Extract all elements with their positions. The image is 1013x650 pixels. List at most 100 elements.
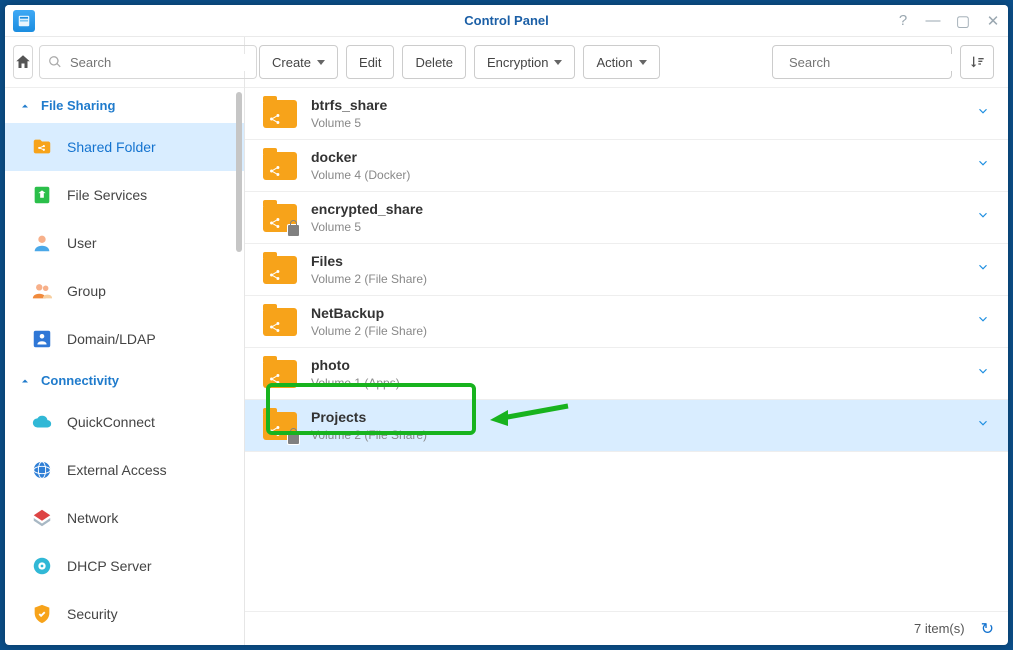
action-button[interactable]: Action xyxy=(583,45,659,79)
folder-subtitle: Volume 1 (Apps) xyxy=(311,376,976,390)
scrollbar-thumb[interactable] xyxy=(236,92,242,252)
shield-icon xyxy=(31,603,53,625)
folder-icon xyxy=(263,201,297,235)
section-header[interactable]: Connectivity xyxy=(5,363,244,398)
folder-list: btrfs_shareVolume 5 docker Volume 4 (Docke… xyxy=(245,88,1008,611)
chevron-down-icon[interactable] xyxy=(976,312,990,331)
encryption-button[interactable]: Encryption xyxy=(474,45,575,79)
row-text: ProjectsVolume 2 (File Share) xyxy=(311,409,976,442)
user-icon xyxy=(31,232,53,254)
folder-row[interactable]: photoVolume 1 (Apps) xyxy=(245,348,1008,400)
refresh-icon[interactable]: ↻ xyxy=(981,619,994,639)
caret-icon xyxy=(554,60,562,65)
sidebar-top xyxy=(5,37,244,88)
main-search[interactable] xyxy=(772,45,952,79)
sidebar-item-dhcp-server[interactable]: DHCP Server xyxy=(5,542,244,590)
chevron-down-icon[interactable] xyxy=(976,104,990,123)
file-arrow-icon xyxy=(31,184,53,206)
sidebar-item-group[interactable]: Group xyxy=(5,267,244,315)
create-button[interactable]: Create xyxy=(259,45,338,79)
folder-row[interactable]: encrypted_shareVolume 5 xyxy=(245,192,1008,244)
folder-icon xyxy=(263,149,297,183)
sort-button[interactable] xyxy=(960,45,994,79)
chevron-down-icon[interactable] xyxy=(976,364,990,383)
folder-subtitle: Volume 5 xyxy=(311,116,976,130)
sidebar-item-label: QuickConnect xyxy=(67,414,155,430)
sidebar-item-label: Network xyxy=(67,510,118,526)
caret-icon xyxy=(317,60,325,65)
app-icon xyxy=(13,10,35,32)
sidebar-search[interactable] xyxy=(39,45,257,79)
window-title: Control Panel xyxy=(5,13,1008,28)
search-icon xyxy=(48,55,62,69)
sidebar-item-shared-folder[interactable]: Shared Folder xyxy=(5,123,244,171)
close-icon[interactable]: ✕ xyxy=(978,5,1008,37)
ldap-icon xyxy=(31,328,53,350)
section-header[interactable]: File Sharing xyxy=(5,88,244,123)
sidebar-item-label: Shared Folder xyxy=(67,139,156,155)
folder-name: docker xyxy=(311,149,976,166)
folder-icon xyxy=(263,305,297,339)
edit-button[interactable]: Edit xyxy=(346,45,394,79)
titlebar: Control Panel ? — ▢ ✕ xyxy=(5,5,1008,37)
folder-row[interactable]: docker Volume 4 (Docker) xyxy=(245,140,1008,192)
share-icon xyxy=(268,268,282,282)
sidebar-item-domain-ldap[interactable]: Domain/LDAP xyxy=(5,315,244,363)
sidebar-item-label: Domain/LDAP xyxy=(67,331,156,347)
row-text: docker Volume 4 (Docker) xyxy=(311,149,976,182)
main-search-input[interactable] xyxy=(787,54,967,71)
folder-share-icon xyxy=(31,136,53,158)
folder-name: NetBackup xyxy=(311,305,976,322)
sidebar-item-file-services[interactable]: File Services xyxy=(5,171,244,219)
status-bar: 7 item(s) ↻ xyxy=(245,611,1008,645)
minimize-icon[interactable]: — xyxy=(918,5,948,37)
delete-button[interactable]: Delete xyxy=(402,45,466,79)
row-text: photoVolume 1 (Apps) xyxy=(311,357,976,390)
sidebar: File Sharing Shared Folder File ServicesUs… xyxy=(5,37,245,645)
sidebar-item-quickconnect[interactable]: QuickConnect xyxy=(5,398,244,446)
toolbar: Create Edit Delete Encryption Action xyxy=(245,37,1008,88)
sidebar-item-security[interactable]: Security xyxy=(5,590,244,638)
folder-subtitle: Volume 4 (Docker) xyxy=(311,168,976,182)
help-icon[interactable]: ? xyxy=(888,5,918,37)
folder-subtitle: Volume 2 (File Share) xyxy=(311,272,976,286)
folder-row[interactable]: ProjectsVolume 2 (File Share) xyxy=(245,400,1008,452)
chevron-down-icon[interactable] xyxy=(976,260,990,279)
maximize-icon[interactable]: ▢ xyxy=(948,5,978,37)
home-button[interactable] xyxy=(13,45,33,79)
sidebar-item-label: Group xyxy=(67,283,106,299)
sidebar-item-label: Security xyxy=(67,606,118,622)
edit-label: Edit xyxy=(359,55,381,70)
folder-icon xyxy=(263,357,297,391)
sidebar-item-label: External Access xyxy=(67,462,167,478)
sidebar-item-network[interactable]: Network xyxy=(5,494,244,542)
window-body: File Sharing Shared Folder File ServicesUs… xyxy=(5,37,1008,645)
row-text: NetBackup Volume 2 (File Share) xyxy=(311,305,976,338)
folder-name: encrypted_share xyxy=(311,201,976,218)
folder-row[interactable]: btrfs_shareVolume 5 xyxy=(245,88,1008,140)
folder-icon xyxy=(263,253,297,287)
window-controls: ? — ▢ ✕ xyxy=(888,5,1008,37)
folder-row[interactable]: Files Volume 2 (File Share) xyxy=(245,244,1008,296)
chevron-down-icon[interactable] xyxy=(976,156,990,175)
folder-subtitle: Volume 2 (File Share) xyxy=(311,324,976,338)
share-icon xyxy=(268,164,282,178)
folder-icon xyxy=(263,97,297,131)
cloud-icon xyxy=(31,411,53,433)
chevron-down-icon[interactable] xyxy=(976,416,990,435)
chevron-down-icon[interactable] xyxy=(976,208,990,227)
create-label: Create xyxy=(272,55,311,70)
group-icon xyxy=(31,280,53,302)
folder-icon xyxy=(263,409,297,443)
folder-name: Files xyxy=(311,253,976,270)
sidebar-search-input[interactable] xyxy=(68,54,248,71)
sidebar-item-user[interactable]: User xyxy=(5,219,244,267)
share-icon xyxy=(268,112,282,126)
folder-subtitle: Volume 2 (File Share) xyxy=(311,428,976,442)
section-title: Connectivity xyxy=(41,373,119,388)
item-count: 7 item(s) xyxy=(914,621,965,636)
sidebar-item-external-access[interactable]: External Access xyxy=(5,446,244,494)
folder-row[interactable]: NetBackup Volume 2 (File Share) xyxy=(245,296,1008,348)
control-panel-window: Control Panel ? — ▢ ✕ File Sharing Shared… xyxy=(5,5,1008,645)
lock-icon xyxy=(287,224,300,237)
